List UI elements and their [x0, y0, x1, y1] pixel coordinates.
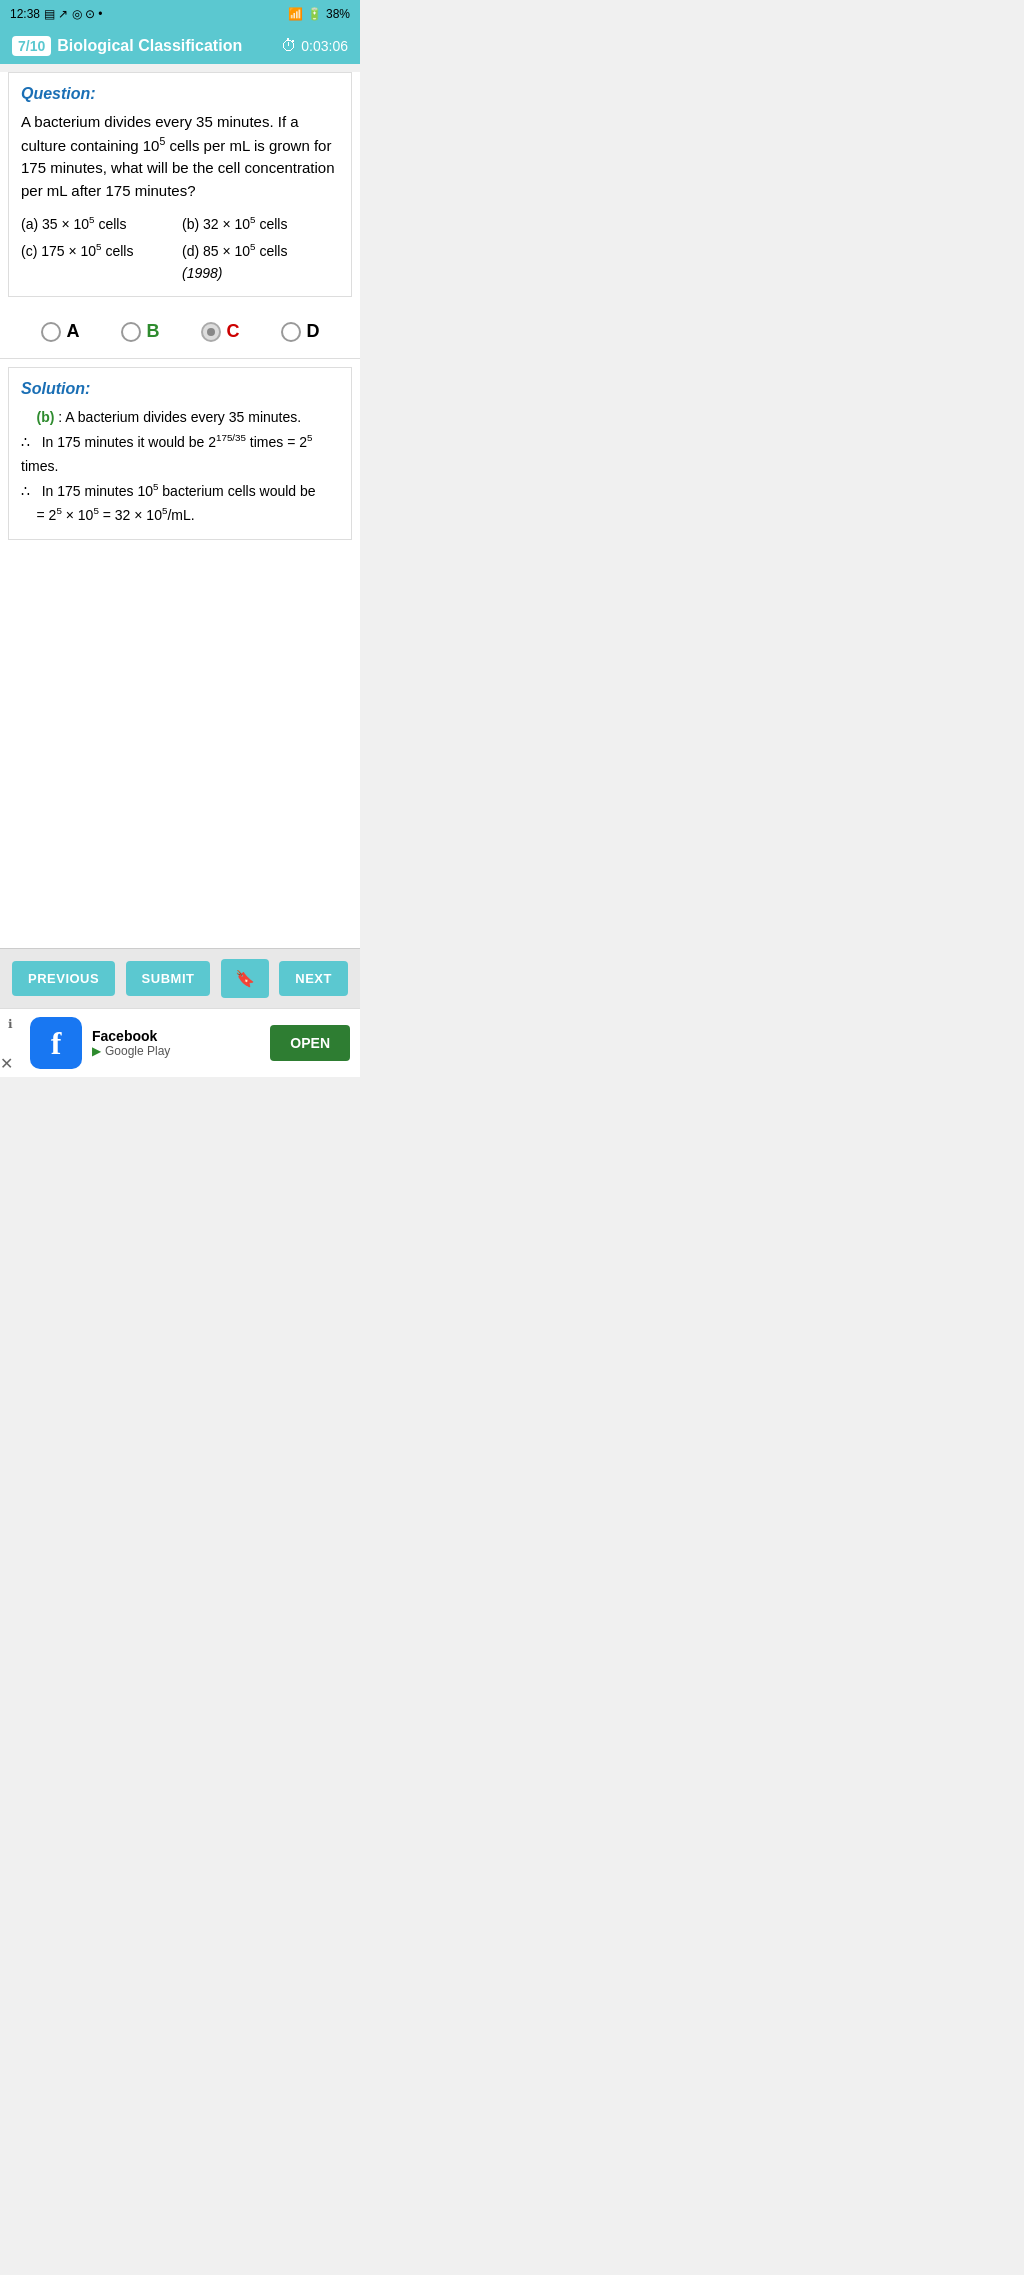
battery-level: 38% [326, 7, 350, 21]
choice-d[interactable]: D [281, 321, 320, 342]
radio-inner-c [207, 328, 215, 336]
submit-button[interactable]: SUBMIT [126, 961, 211, 996]
option-c: (c) 175 × 105 cells [21, 239, 178, 284]
choice-c[interactable]: C [201, 321, 240, 342]
ad-open-button[interactable]: OPEN [270, 1025, 350, 1061]
ad-app-title: Facebook [92, 1028, 260, 1044]
choice-label-b: B [147, 321, 160, 342]
bottom-nav-bar: PREVIOUS SUBMIT 🔖 NEXT [0, 948, 360, 1008]
content-spacer [0, 548, 360, 948]
header-bar: 7/10 Biological Classification ⏱ 0:03:06 [0, 28, 360, 64]
ad-banner: ℹ f Facebook ▶ Google Play OPEN ✕ [0, 1008, 360, 1077]
radio-a[interactable] [41, 322, 61, 342]
bookmark-button[interactable]: 🔖 [221, 959, 269, 998]
main-content: Question: A bacterium divides every 35 m… [0, 72, 360, 948]
options-grid: (a) 35 × 105 cells (b) 32 × 105 cells (c… [21, 212, 339, 284]
solution-label: Solution: [21, 380, 339, 398]
timer-value: 0:03:06 [301, 38, 348, 54]
radio-c[interactable] [201, 322, 221, 342]
ad-close-button[interactable]: ✕ [0, 1054, 13, 1073]
time-display: 12:38 [10, 7, 40, 21]
answer-selection: A B C D [0, 305, 360, 359]
status-left: 12:38 ▤ ↗ ◎ ⊙ • [10, 7, 103, 21]
choice-a[interactable]: A [41, 321, 80, 342]
option-a: (a) 35 × 105 cells [21, 212, 178, 235]
question-label: Question: [21, 85, 339, 103]
notification-icons: ▤ ↗ ◎ ⊙ • [44, 7, 103, 21]
progress-badge: 7/10 [12, 36, 51, 56]
choice-label-d: D [307, 321, 320, 342]
choice-b[interactable]: B [121, 321, 160, 342]
ad-store-name: Google Play [105, 1044, 170, 1058]
solution-body: (b) : A bacterium divides every 35 minut… [21, 406, 339, 527]
quiz-title: Biological Classification [57, 37, 242, 55]
solution-answer-marker: (b) [37, 409, 55, 425]
next-button[interactable]: NEXT [279, 961, 348, 996]
status-bar: 12:38 ▤ ↗ ◎ ⊙ • 📶 🔋 38% [0, 0, 360, 28]
question-body: A bacterium divides every 35 minutes. If… [21, 111, 339, 202]
previous-button[interactable]: PREVIOUS [12, 961, 115, 996]
signal-icon: 📶 [288, 7, 303, 21]
option-b: (b) 32 × 105 cells [182, 212, 339, 235]
header-progress: 7/10 Biological Classification [12, 36, 242, 56]
facebook-icon: f [30, 1017, 82, 1069]
status-right: 📶 🔋 38% [288, 7, 350, 21]
ad-info-icon: ℹ [8, 1017, 13, 1031]
battery-icon: 🔋 [307, 7, 322, 21]
choice-label-c: C [227, 321, 240, 342]
ad-store-label: ▶ Google Play [92, 1044, 260, 1058]
choice-label-a: A [67, 321, 80, 342]
ad-text-block: Facebook ▶ Google Play [92, 1028, 260, 1058]
solution-section: Solution: (b) : A bacterium divides ever… [8, 367, 352, 540]
timer-icon: ⏱ [281, 37, 297, 55]
option-d: (d) 85 × 105 cells (1998) [182, 239, 339, 284]
question-section: Question: A bacterium divides every 35 m… [8, 72, 352, 297]
radio-b[interactable] [121, 322, 141, 342]
radio-d[interactable] [281, 322, 301, 342]
timer-display: ⏱ 0:03:06 [281, 37, 348, 55]
play-store-icon: ▶ [92, 1044, 101, 1058]
